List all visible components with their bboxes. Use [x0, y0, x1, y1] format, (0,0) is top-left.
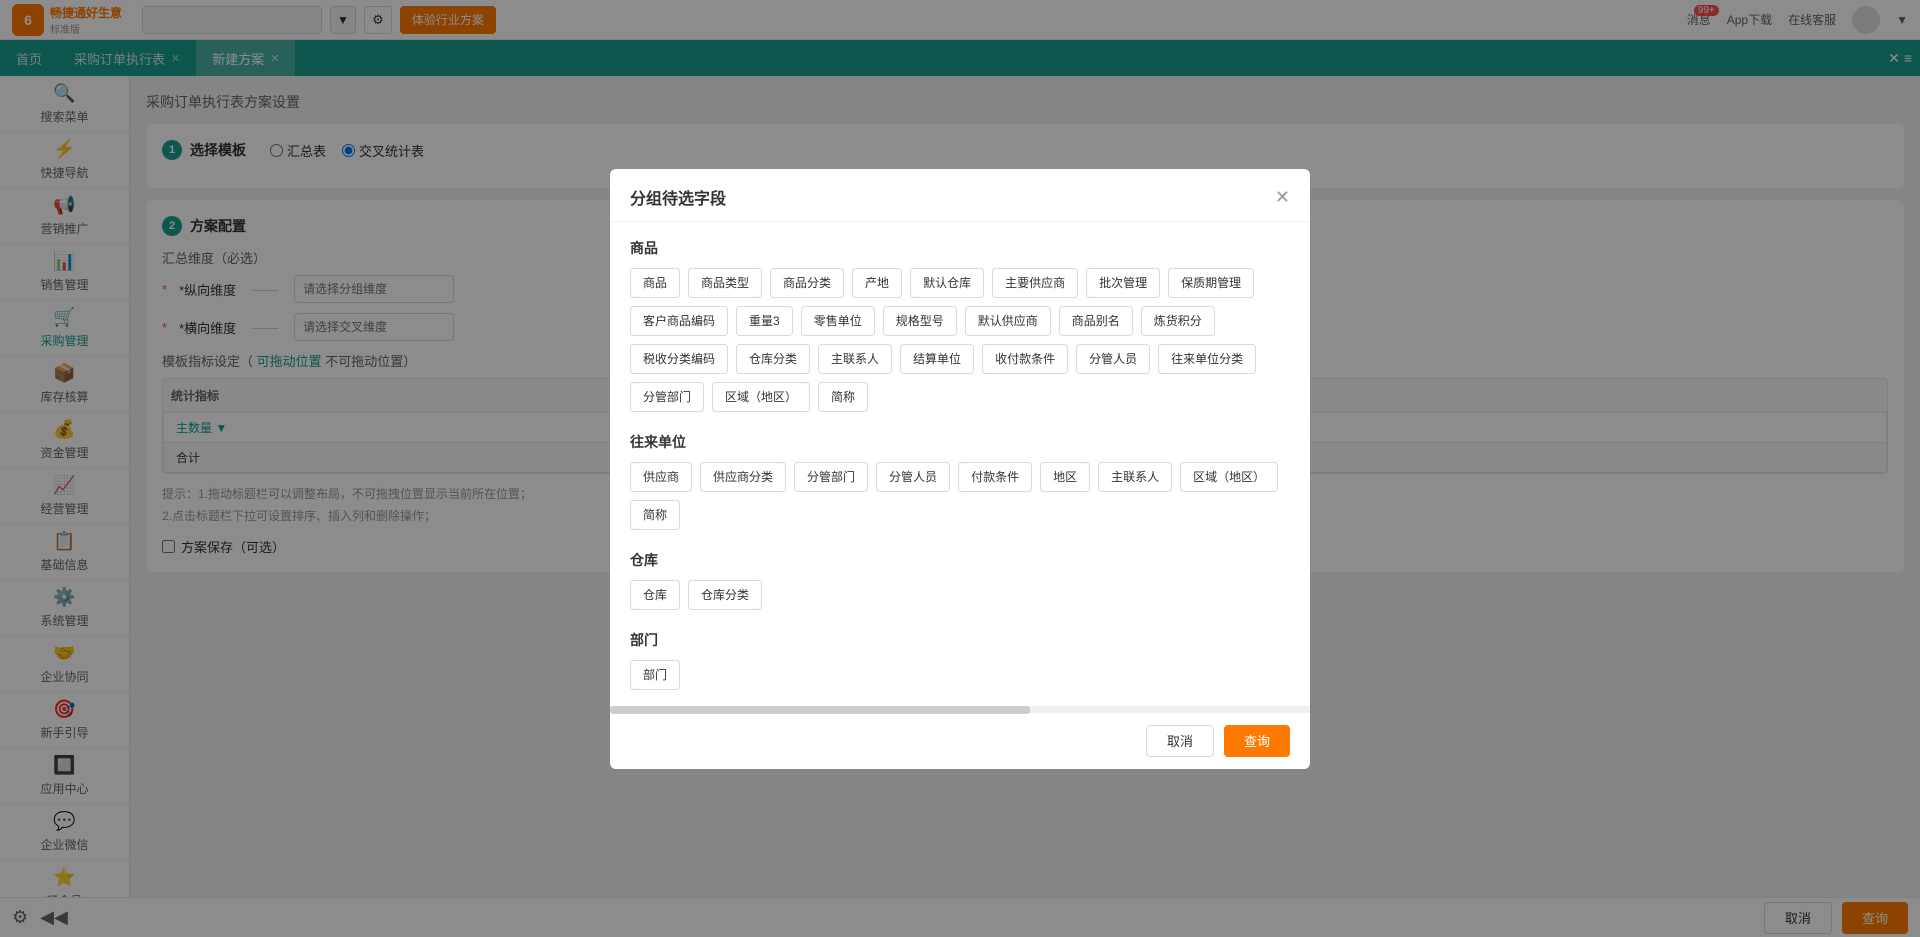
- field-tag[interactable]: 供应商: [630, 462, 692, 492]
- field-tag[interactable]: 部门: [630, 660, 680, 690]
- field-tag[interactable]: 仓库分类: [736, 344, 810, 374]
- section-department-title: 部门: [630, 630, 1290, 650]
- section-partner-title: 往来单位: [630, 432, 1290, 452]
- warehouse-fields: 仓库 仓库分类: [630, 580, 1290, 610]
- section-warehouse-title: 仓库: [630, 550, 1290, 570]
- field-tag[interactable]: 客户商品编码: [630, 306, 728, 336]
- field-tag[interactable]: 商品别名: [1059, 306, 1133, 336]
- modal-close-button[interactable]: ✕: [1275, 188, 1290, 206]
- field-tag[interactable]: 分管人员: [876, 462, 950, 492]
- field-tag[interactable]: 地区: [1040, 462, 1090, 492]
- field-tag[interactable]: 主联系人: [818, 344, 892, 374]
- modal-cancel-button[interactable]: 取消: [1146, 725, 1214, 757]
- modal-dialog: 分组待选字段 ✕ 商品 商品 商品类型 商品分类 产地 默认仓库 主要供应商 批…: [610, 169, 1310, 769]
- field-tag[interactable]: 结算单位: [900, 344, 974, 374]
- field-tag[interactable]: 商品分类: [770, 268, 844, 298]
- goods-fields: 商品 商品类型 商品分类 产地 默认仓库 主要供应商 批次管理 保质期管理 客户…: [630, 268, 1290, 412]
- field-tag[interactable]: 分管人员: [1076, 344, 1150, 374]
- field-tag[interactable]: 主联系人: [1098, 462, 1172, 492]
- field-tag[interactable]: 付款条件: [958, 462, 1032, 492]
- field-tag[interactable]: 税收分类编码: [630, 344, 728, 374]
- section-department: 部门 部门: [630, 630, 1290, 690]
- field-tag[interactable]: 保质期管理: [1168, 268, 1254, 298]
- field-tag[interactable]: 产地: [852, 268, 902, 298]
- field-tag[interactable]: 收付款条件: [982, 344, 1068, 374]
- section-goods-title: 商品: [630, 238, 1290, 258]
- field-tag[interactable]: 批次管理: [1086, 268, 1160, 298]
- field-tag[interactable]: 仓库分类: [688, 580, 762, 610]
- field-tag[interactable]: 主要供应商: [992, 268, 1078, 298]
- field-tag[interactable]: 默认供应商: [965, 306, 1051, 336]
- field-tag[interactable]: 零售单位: [801, 306, 875, 336]
- modal-title: 分组待选字段: [630, 185, 726, 209]
- field-tag[interactable]: 往来单位分类: [1158, 344, 1256, 374]
- modal-header: 分组待选字段 ✕: [610, 169, 1310, 222]
- modal-h-scrollbar[interactable]: [610, 706, 1310, 711]
- field-tag[interactable]: 默认仓库: [910, 268, 984, 298]
- field-tag[interactable]: 仓库: [630, 580, 680, 610]
- field-tag[interactable]: 区域（地区）: [1180, 462, 1278, 492]
- field-tag[interactable]: 商品类型: [688, 268, 762, 298]
- field-tag[interactable]: 分管部门: [630, 382, 704, 412]
- modal-body: 商品 商品 商品类型 商品分类 产地 默认仓库 主要供应商 批次管理 保质期管理…: [610, 222, 1310, 707]
- section-warehouse: 仓库 仓库 仓库分类: [630, 550, 1290, 610]
- field-tag[interactable]: 区域（地区）: [712, 382, 810, 412]
- section-partner: 往来单位 供应商 供应商分类 分管部门 分管人员 付款条件 地区 主联系人 区域…: [630, 432, 1290, 530]
- field-tag[interactable]: 简称: [818, 382, 868, 412]
- modal-confirm-button[interactable]: 查询: [1224, 725, 1290, 757]
- partner-fields: 供应商 供应商分类 分管部门 分管人员 付款条件 地区 主联系人 区域（地区） …: [630, 462, 1290, 530]
- field-tag[interactable]: 简称: [630, 500, 680, 530]
- field-tag[interactable]: 规格型号: [883, 306, 957, 336]
- h-scrollbar-thumb: [610, 706, 1030, 714]
- department-fields: 部门: [630, 660, 1290, 690]
- field-tag[interactable]: 炼货积分: [1141, 306, 1215, 336]
- field-tag[interactable]: 分管部门: [794, 462, 868, 492]
- modal-footer: 取消 查询: [610, 712, 1310, 769]
- field-tag[interactable]: 重量3: [736, 306, 793, 336]
- field-tag[interactable]: 商品: [630, 268, 680, 298]
- field-tag[interactable]: 供应商分类: [700, 462, 786, 492]
- modal-overlay: 分组待选字段 ✕ 商品 商品 商品类型 商品分类 产地 默认仓库 主要供应商 批…: [0, 0, 1920, 937]
- section-goods: 商品 商品 商品类型 商品分类 产地 默认仓库 主要供应商 批次管理 保质期管理…: [630, 238, 1290, 412]
